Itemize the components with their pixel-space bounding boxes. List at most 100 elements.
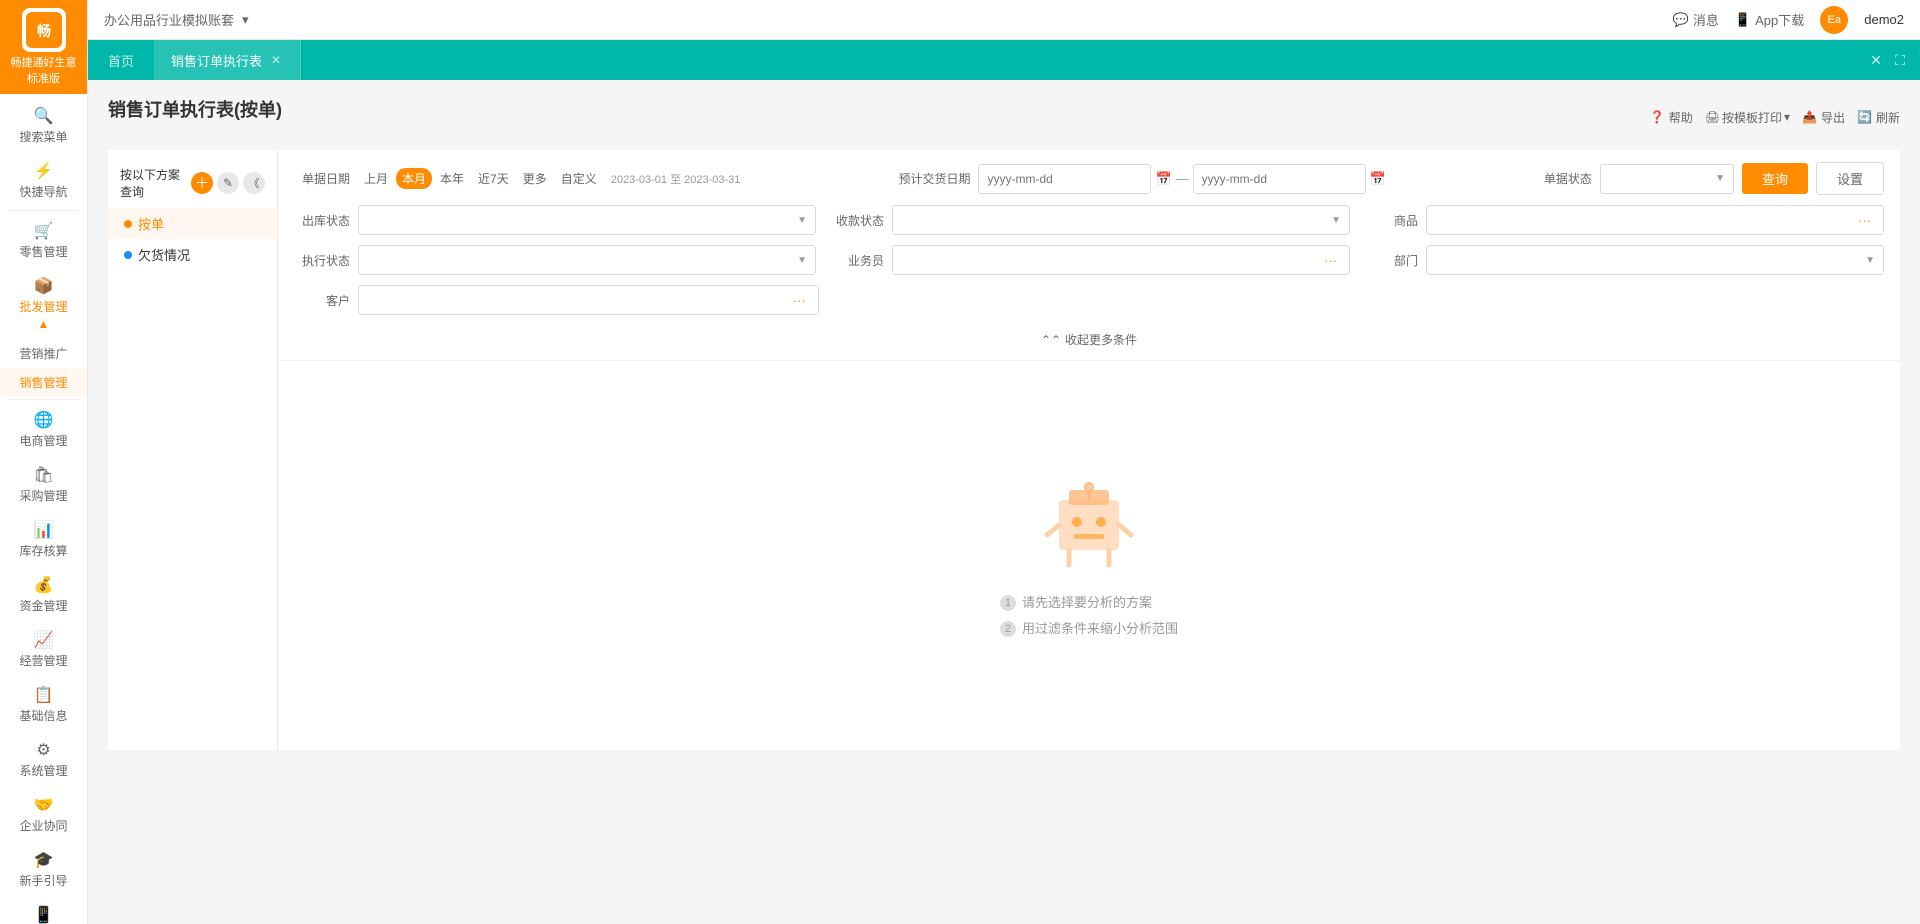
- sidebar-system-label: 系统管理: [19, 762, 67, 779]
- scheme-item-by-order[interactable]: 按单: [108, 208, 277, 239]
- collapse-button[interactable]: ⌃⌃ 收起更多条件: [1041, 331, 1137, 348]
- date-separator: —: [1176, 171, 1189, 186]
- expected-date-label: 预计交货日期: [890, 170, 970, 187]
- tab-sales-order[interactable]: 销售订单执行表 ✕: [155, 40, 301, 80]
- settings-button[interactable]: 设置: [1816, 162, 1884, 195]
- sidebar-quicknav-label: 快捷导航: [19, 183, 67, 200]
- sidebar-item-enterprise[interactable]: 🤝 企业协同: [0, 787, 87, 842]
- tab-home[interactable]: 首页: [88, 40, 155, 80]
- scheme-item-shortage[interactable]: 欠货情况: [108, 239, 277, 270]
- sidebar-item-finance[interactable]: 💰 资金管理: [0, 567, 87, 622]
- expand-window-icon[interactable]: ⛶: [1892, 52, 1908, 68]
- expected-date-start[interactable]: [978, 164, 1151, 194]
- top-header: 办公用品行业模拟账套 ▾ 💬 消息 📱 App下载 Ea demo2: [88, 0, 1920, 40]
- salesperson-input[interactable]: ···: [892, 245, 1350, 275]
- sidebar-item-quick-nav[interactable]: ⚡ 快捷导航: [0, 153, 87, 208]
- date-btn-this-year[interactable]: 本年: [434, 168, 470, 189]
- scheme-title: 按以下方案查询: [120, 166, 191, 200]
- date-btn-this-month[interactable]: 本月: [396, 168, 432, 189]
- sidebar-item-purchase[interactable]: 🛍 采购管理: [0, 457, 87, 512]
- sidebar-item-sales[interactable]: 销售管理: [0, 368, 87, 397]
- close-window-icon[interactable]: ✕: [1868, 52, 1884, 68]
- payment-arrow: ▼: [1331, 215, 1341, 226]
- date-btn-last-month[interactable]: 上月: [358, 168, 394, 189]
- query-button[interactable]: 查询: [1742, 163, 1808, 194]
- salesperson-more-icon[interactable]: ···: [1320, 253, 1341, 268]
- top-header-actions: 💬 消息 📱 App下载 Ea demo2: [1673, 6, 1904, 34]
- tab-close-icon[interactable]: ✕: [268, 52, 284, 68]
- sidebar-item-apps[interactable]: 📱 应用中心: [0, 897, 87, 924]
- print-dropdown-icon: ▾: [1784, 110, 1790, 124]
- date-btn-custom[interactable]: 自定义: [555, 168, 603, 189]
- message-button[interactable]: 💬 消息: [1673, 10, 1719, 29]
- product-input[interactable]: ···: [1426, 205, 1884, 235]
- filter-row-4: 客户 ···: [294, 285, 1884, 315]
- date-label: 单据日期: [294, 170, 350, 187]
- scheme-collapse-button[interactable]: 《: [243, 172, 265, 194]
- filter-item-exec-status: 执行状态 ▼: [294, 245, 816, 275]
- ecommerce-icon: 🌐: [34, 410, 54, 430]
- export-button[interactable]: 📤 导出: [1802, 109, 1845, 126]
- status-select-wrapper: ▼: [1600, 164, 1734, 194]
- sidebar-inventory-label: 库存核算: [19, 542, 67, 559]
- scheme-edit-button[interactable]: ✎: [217, 172, 239, 194]
- help-button[interactable]: ❓ 帮助: [1650, 109, 1693, 126]
- print-button[interactable]: 🖨 按模板打印 ▾: [1705, 109, 1790, 126]
- sidebar-marketing-label: 营销推广: [19, 345, 67, 362]
- calendar-icon-2[interactable]: 📅: [1370, 171, 1386, 187]
- customer-more-icon[interactable]: ···: [789, 293, 810, 308]
- tab-sales-order-label: 销售订单执行表: [171, 51, 262, 70]
- export-icon: 📤: [1802, 110, 1817, 124]
- user-avatar[interactable]: Ea: [1820, 6, 1848, 34]
- sidebar-basicinfo-label: 基础信息: [19, 707, 67, 724]
- main-area: 办公用品行业模拟账套 ▾ 💬 消息 📱 App下载 Ea demo2 首页 销售…: [88, 0, 1920, 924]
- outbound-arrow: ▼: [797, 215, 807, 226]
- inventory-icon: 📊: [34, 520, 54, 540]
- download-icon: 📱: [1735, 12, 1751, 28]
- sidebar-item-basic-info[interactable]: 📋 基础信息: [0, 677, 87, 732]
- breadcrumb-dropdown-icon[interactable]: ▾: [242, 12, 249, 28]
- breadcrumb: 办公用品行业模拟账套 ▾: [104, 10, 249, 29]
- collapse-up-icon: ⌃⌃: [1041, 333, 1061, 347]
- sidebar-item-ecommerce[interactable]: 🌐 电商管理: [0, 402, 87, 457]
- department-label: 部门: [1362, 252, 1418, 269]
- sidebar-item-system[interactable]: ⚙ 系统管理: [0, 732, 87, 787]
- basic-info-icon: 📋: [34, 685, 54, 705]
- sidebar-item-wholesale[interactable]: 📦 批发管理 ▲: [0, 268, 87, 339]
- sidebar-item-retail[interactable]: 🛒 零售管理: [0, 213, 87, 268]
- refresh-label: 刷新: [1876, 109, 1900, 126]
- filter-item-customer: 客户 ···: [294, 285, 819, 315]
- sidebar-divider-1: [8, 210, 79, 211]
- sidebar-divider-2: [8, 399, 79, 400]
- department-select[interactable]: ▼: [1426, 245, 1884, 275]
- filter-row-2: 出库状态 ▼ 收款状态 ▼: [294, 205, 1884, 235]
- avatar-text: Ea: [1828, 14, 1841, 26]
- empty-tip-text-2: 用过滤条件来缩小分析范围: [1022, 616, 1178, 642]
- sidebar-sales-label: 销售管理: [19, 374, 67, 391]
- app-download-button[interactable]: 📱 App下载: [1735, 10, 1804, 29]
- product-more-icon[interactable]: ···: [1854, 213, 1875, 228]
- calendar-icon-1[interactable]: 📅: [1155, 171, 1171, 187]
- date-btn-more[interactable]: 更多: [517, 168, 553, 189]
- sidebar-item-inventory[interactable]: 📊 库存核算: [0, 512, 87, 567]
- sidebar-item-operations[interactable]: 📈 经营管理: [0, 622, 87, 677]
- scheme-add-button[interactable]: ＋: [191, 172, 213, 194]
- outbound-select[interactable]: ▼: [358, 205, 816, 235]
- refresh-button[interactable]: 🔄 刷新: [1857, 109, 1900, 126]
- payment-select[interactable]: ▼: [892, 205, 1350, 235]
- status-select[interactable]: ▼: [1600, 164, 1734, 194]
- collapse-bar: ⌃⌃ 收起更多条件: [294, 323, 1884, 348]
- sidebar-item-search[interactable]: 🔍 搜索菜单: [0, 98, 87, 153]
- empty-state-text: 1 请先选择要分析的方案 2 用过滤条件来缩小分析范围: [1000, 590, 1178, 642]
- customer-input[interactable]: ···: [358, 285, 819, 315]
- logo-image: 畅: [22, 8, 66, 52]
- filter-item-product: 商品 ···: [1362, 205, 1884, 235]
- main-layout: 按以下方案查询 ＋ ✎ 《 按单 欠货情况: [108, 150, 1900, 750]
- app-version: 标准版: [4, 70, 83, 86]
- sidebar-item-marketing[interactable]: 营销推广: [0, 339, 87, 368]
- expected-date-end[interactable]: [1193, 164, 1366, 194]
- exec-status-select[interactable]: ▼: [358, 245, 816, 275]
- sidebar-item-guide[interactable]: 🎓 新手引导: [0, 842, 87, 897]
- sidebar-logo[interactable]: 畅 畅捷通好生意 标准版: [0, 0, 87, 94]
- date-btn-7days[interactable]: 近7天: [472, 168, 515, 189]
